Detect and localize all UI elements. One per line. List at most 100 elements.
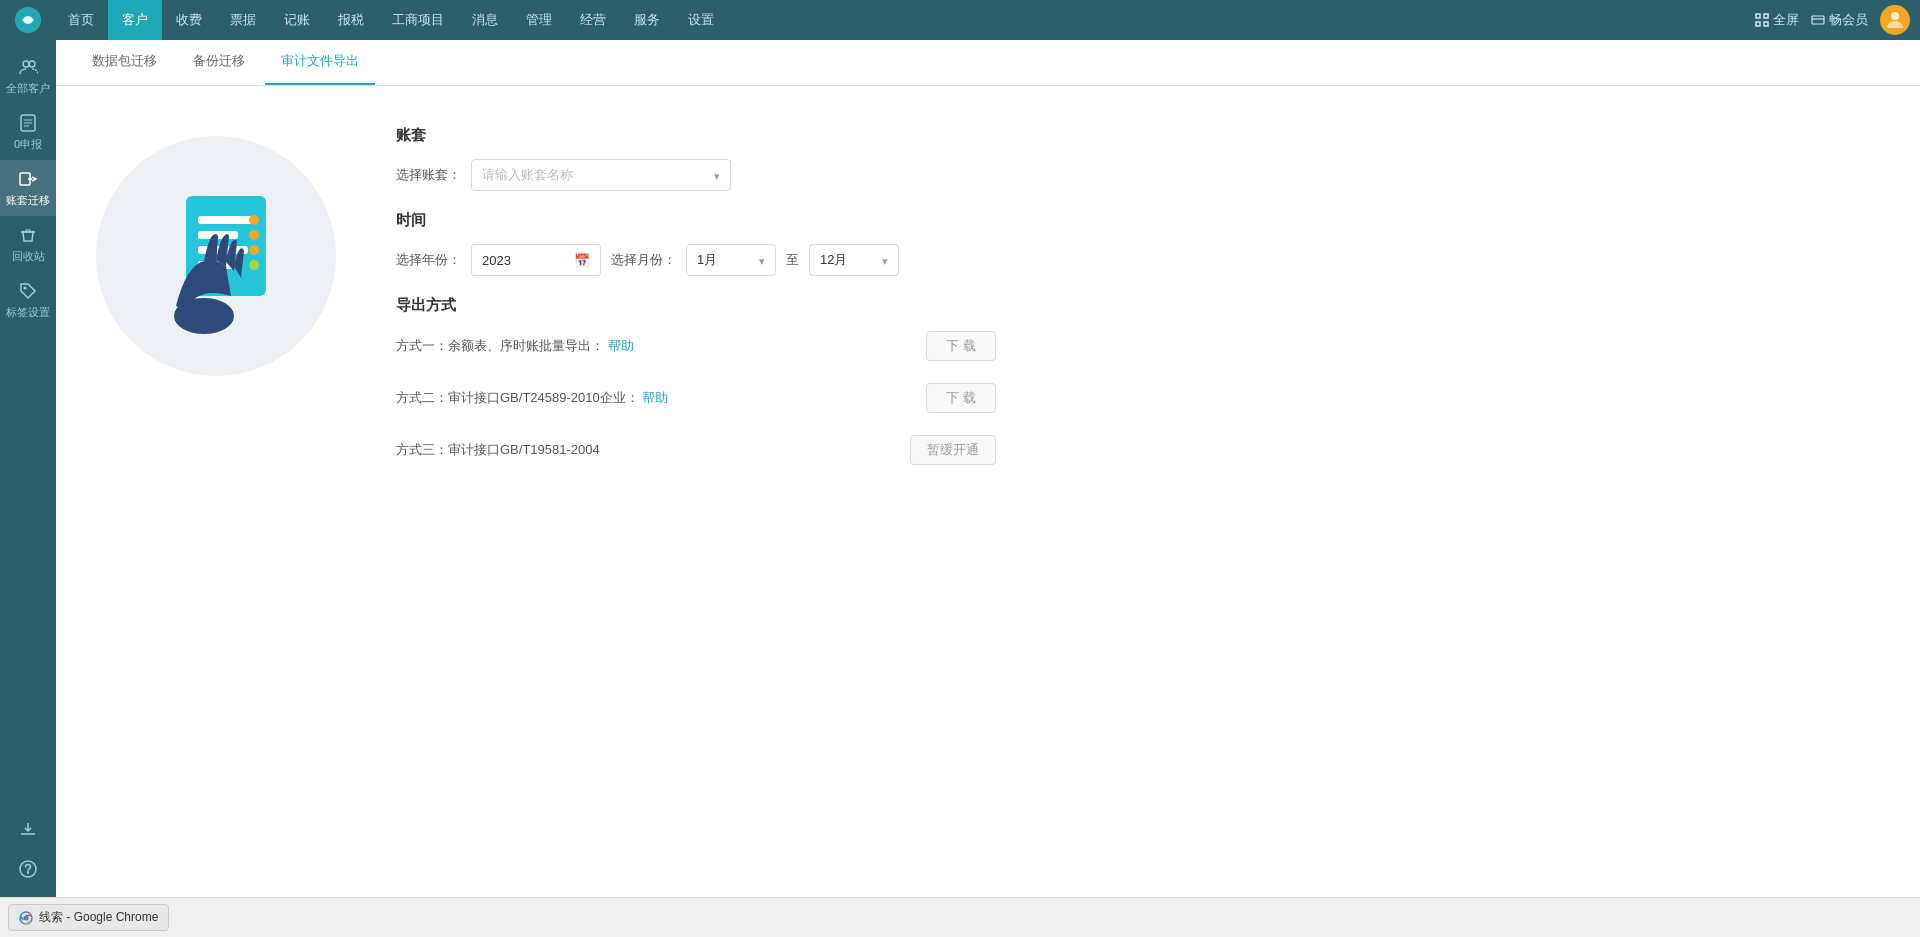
taskbar: 线索 - Google Chrome <box>0 897 1920 937</box>
to-text: 至 <box>786 251 799 269</box>
account-select-placeholder: 请输入账套名称 <box>482 166 573 184</box>
sidebar-download-icon[interactable] <box>12 813 44 845</box>
top-navigation: 首页 客户 收费 票据 记账 报税 工商项目 消息 管理 经营 服务 设置 全屏 <box>0 0 1920 40</box>
nav-customer[interactable]: 客户 <box>108 0 162 40</box>
sidebar-label-tag-settings: 标签设置 <box>6 305 50 320</box>
recycle-icon <box>17 224 39 246</box>
export-method-3-row: 方式三：审计接口GB/T19581-2004 暂缓开通 <box>396 435 996 465</box>
svg-rect-15 <box>198 231 238 239</box>
method-2-help-link[interactable]: 帮助 <box>642 390 668 405</box>
tab-backup-migration[interactable]: 备份迁移 <box>177 40 261 85</box>
svg-point-6 <box>1891 12 1899 20</box>
sidebar-help-icon[interactable] <box>12 853 44 885</box>
tag-settings-icon <box>17 280 39 302</box>
year-value: 2023 <box>482 253 511 268</box>
form-section: 账套 选择账套： 请输入账套名称 时间 选择年份： 2023 <box>396 116 996 487</box>
nav-bookkeeping[interactable]: 记账 <box>270 0 324 40</box>
export-method-2-label: 方式二：审计接口GB/T24589-2010企业： 帮助 <box>396 389 916 407</box>
sidebar-item-tag-settings[interactable]: 标签设置 <box>0 272 56 328</box>
method-3-vip-button[interactable]: 暂缓开通 <box>910 435 996 465</box>
svg-point-21 <box>249 260 259 270</box>
svg-rect-4 <box>1764 22 1768 26</box>
account-chevron-icon <box>714 168 720 183</box>
app-logo[interactable] <box>10 2 46 38</box>
nav-home[interactable]: 首页 <box>54 0 108 40</box>
chrome-taskbar-label: 线索 - Google Chrome <box>39 909 158 926</box>
tab-bar: 数据包迁移 备份迁移 审计文件导出 <box>56 40 1920 86</box>
method-1-help-link[interactable]: 帮助 <box>608 338 634 353</box>
nav-operation[interactable]: 经营 <box>566 0 620 40</box>
export-method-1-row: 方式一：余额表、序时账批量导出： 帮助 下 载 <box>396 331 996 361</box>
svg-rect-3 <box>1756 22 1760 26</box>
nav-invoices[interactable]: 票据 <box>216 0 270 40</box>
account-select-dropdown[interactable]: 请输入账套名称 <box>471 159 731 191</box>
sidebar-bottom <box>12 813 44 885</box>
nav-message[interactable]: 消息 <box>458 0 512 40</box>
sidebar-item-all-customers[interactable]: 全部客户 <box>0 48 56 104</box>
svg-point-8 <box>29 61 35 67</box>
sidebar-item-recycle[interactable]: 回收站 <box>0 216 56 272</box>
month-start-value: 1月 <box>697 251 717 269</box>
month-start-chevron-icon <box>759 253 765 268</box>
year-input[interactable]: 2023 📅 <box>471 244 601 276</box>
export-section-title: 导出方式 <box>396 296 996 315</box>
sidebar: 全部客户 0申报 账套迁移 <box>0 40 56 897</box>
month-start-select[interactable]: 1月 <box>686 244 776 276</box>
avatar[interactable] <box>1880 5 1910 35</box>
sidebar-label-all-customers: 全部客户 <box>6 81 50 96</box>
chrome-taskbar-item[interactable]: 线索 - Google Chrome <box>8 904 169 931</box>
all-customers-icon <box>17 56 39 78</box>
account-select-label: 选择账套： <box>396 166 461 184</box>
export-method-1-label: 方式一：余额表、序时账批量导出： 帮助 <box>396 337 916 355</box>
vip-button[interactable]: 畅会员 <box>1811 11 1868 29</box>
nav-fees[interactable]: 收费 <box>162 0 216 40</box>
method-1-text: 方式一：余额表、序时账批量导出： <box>396 338 604 353</box>
svg-point-20 <box>249 245 259 255</box>
method-2-text: 方式二：审计接口GB/T24589-2010企业： <box>396 390 639 405</box>
svg-rect-1 <box>1756 14 1760 18</box>
svg-rect-5 <box>1812 16 1824 24</box>
nav-settings[interactable]: 设置 <box>674 0 728 40</box>
svg-point-11 <box>24 287 27 290</box>
tab-data-migration[interactable]: 数据包迁移 <box>76 40 173 85</box>
nav-manage[interactable]: 管理 <box>512 0 566 40</box>
account-section-title: 账套 <box>396 126 996 145</box>
nav-business[interactable]: 工商项目 <box>378 0 458 40</box>
nav-right: 全屏 畅会员 <box>1755 5 1910 35</box>
method-3-text: 方式三：审计接口GB/T19581-2004 <box>396 442 600 457</box>
svg-point-19 <box>249 230 259 240</box>
chrome-icon <box>19 911 33 925</box>
page-content: 账套 选择账套： 请输入账套名称 时间 选择年份： 2023 <box>56 86 1920 897</box>
sidebar-item-zero-declaration[interactable]: 0申报 <box>0 104 56 160</box>
export-layout: 账套 选择账套： 请输入账套名称 时间 选择年份： 2023 <box>96 116 996 487</box>
fullscreen-label: 全屏 <box>1773 11 1799 29</box>
time-section-title: 时间 <box>396 211 996 230</box>
sidebar-label-account-migration: 账套迁移 <box>6 193 50 208</box>
export-method-3-label: 方式三：审计接口GB/T19581-2004 <box>396 441 900 459</box>
fullscreen-button[interactable]: 全屏 <box>1755 11 1799 29</box>
zero-declaration-icon <box>17 112 39 134</box>
method-1-download-button[interactable]: 下 载 <box>926 331 996 361</box>
svg-rect-14 <box>198 216 254 224</box>
content-area: 数据包迁移 备份迁移 审计文件导出 <box>56 40 1920 897</box>
nav-tax[interactable]: 报税 <box>324 0 378 40</box>
vip-label: 畅会员 <box>1829 11 1868 29</box>
month-label: 选择月份： <box>611 251 676 269</box>
account-select-row: 选择账套： 请输入账套名称 <box>396 159 996 191</box>
sidebar-label-zero-declaration: 0申报 <box>14 137 42 152</box>
svg-rect-2 <box>1764 14 1768 18</box>
method-2-download-button[interactable]: 下 载 <box>926 383 996 413</box>
tab-audit-export[interactable]: 审计文件导出 <box>265 40 375 85</box>
account-migration-icon <box>17 168 39 190</box>
calendar-icon: 📅 <box>574 253 590 268</box>
nav-service[interactable]: 服务 <box>620 0 674 40</box>
month-end-select[interactable]: 12月 <box>809 244 899 276</box>
svg-point-18 <box>249 215 259 225</box>
sidebar-item-account-migration[interactable]: 账套迁移 <box>0 160 56 216</box>
year-label: 选择年份： <box>396 251 461 269</box>
illustration <box>96 136 336 376</box>
export-method-2-row: 方式二：审计接口GB/T24589-2010企业： 帮助 下 载 <box>396 383 996 413</box>
month-end-value: 12月 <box>820 251 847 269</box>
svg-point-7 <box>23 61 29 67</box>
nav-items: 首页 客户 收费 票据 记账 报税 工商项目 消息 管理 经营 服务 设置 <box>54 0 1755 40</box>
